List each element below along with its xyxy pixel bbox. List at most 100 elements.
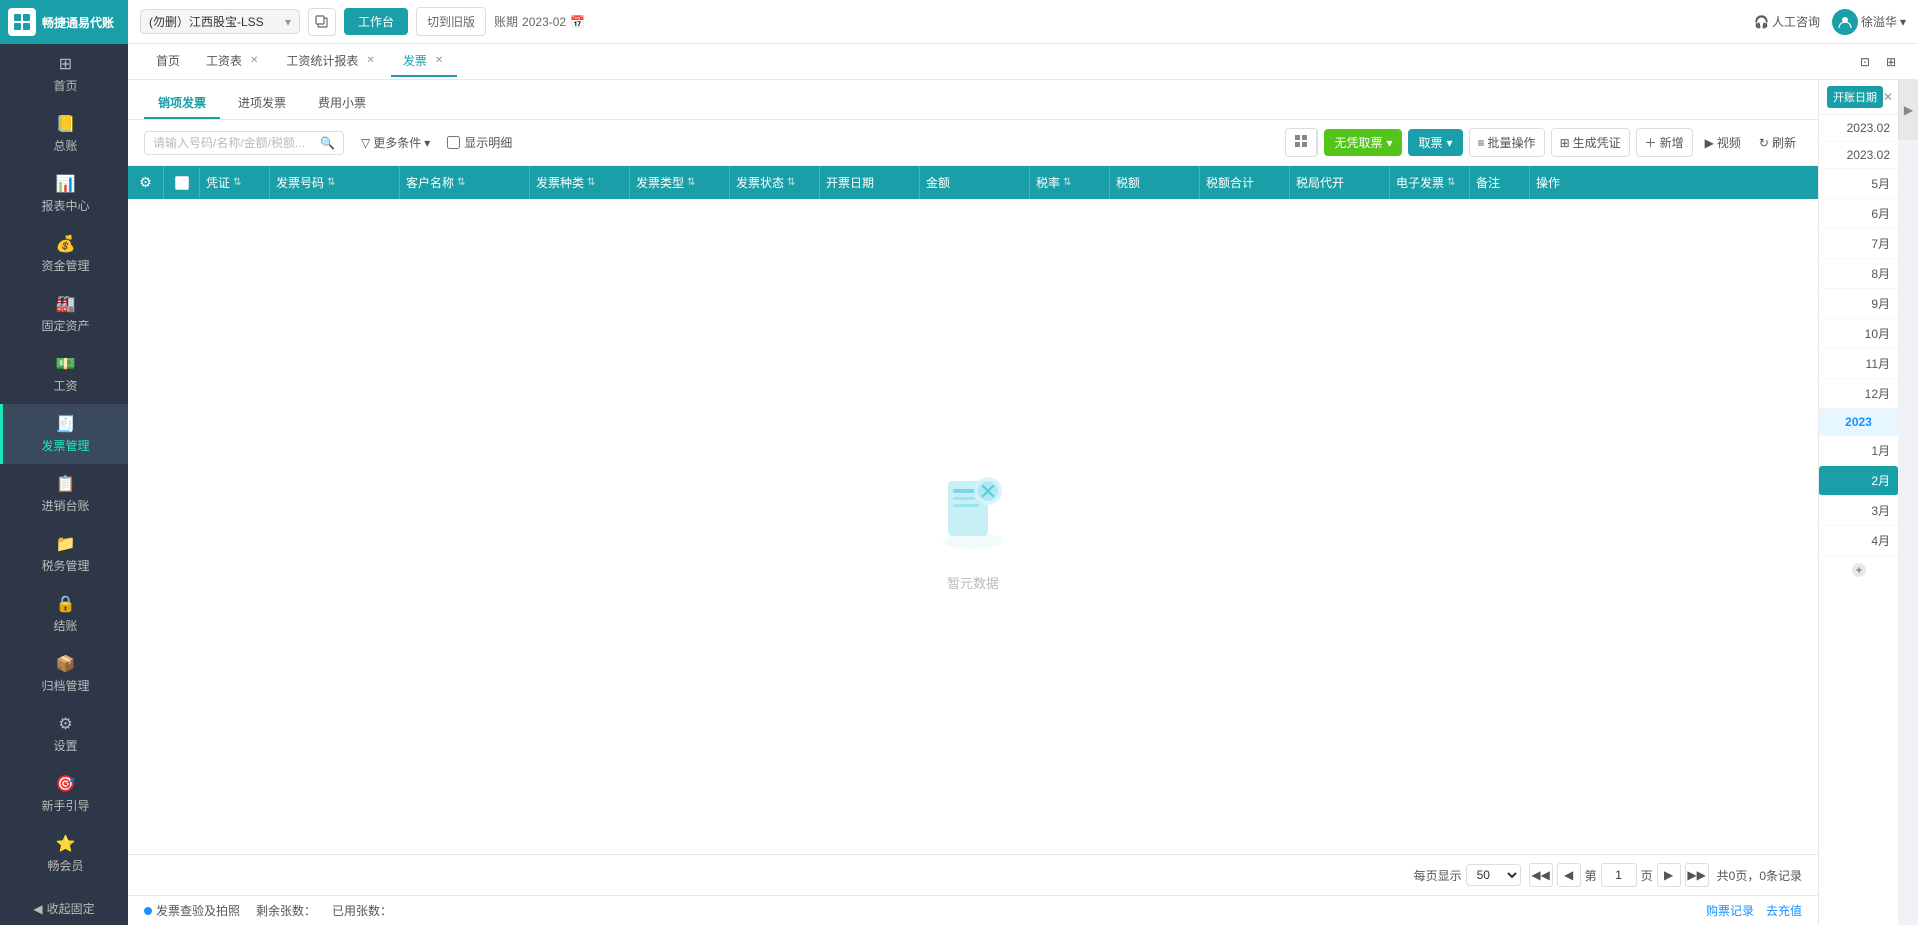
date-item-apr[interactable]: 4月 — [1819, 526, 1898, 556]
sub-tab-purchase-label: 进项发票 — [238, 96, 286, 110]
date-item-2023-02-b[interactable]: 2023.02 — [1819, 142, 1898, 169]
page-input[interactable] — [1601, 863, 1637, 887]
company-name: (勿删）江西股宝-LSS — [149, 13, 264, 30]
th-amount[interactable]: 金额 — [920, 166, 1030, 199]
th-invoice-no[interactable]: 发票号码 ⇅ — [270, 166, 400, 199]
th-settings[interactable]: ⚙ — [128, 166, 164, 199]
filter-btn[interactable]: ▽ 更多条件 ▾ — [352, 129, 439, 156]
date-item-sep[interactable]: 9月 — [1819, 289, 1898, 319]
sidebar-item-home[interactable]: ⊞ 首页 — [0, 44, 128, 104]
sidebar-item-member[interactable]: ⭐ 畅会员 — [0, 824, 128, 884]
page-first-btn[interactable]: ◀◀ — [1529, 863, 1553, 887]
page-last-btn[interactable]: ▶▶ — [1685, 863, 1709, 887]
sub-tab-expense[interactable]: 费用小票 — [304, 88, 380, 119]
th-invoice-type[interactable]: 发票种类 ⇅ — [530, 166, 630, 199]
sidebar-item-payroll[interactable]: 💵 工资 — [0, 344, 128, 404]
th-tax[interactable]: 税额 — [1110, 166, 1200, 199]
tab-payroll-close[interactable]: ✕ — [248, 54, 260, 67]
batch-op-btn[interactable]: ≡ 批量操作 — [1469, 128, 1545, 157]
sidebar-item-invoice[interactable]: 🧾 发票管理 — [0, 404, 128, 464]
ledger-icon: 📒 — [56, 114, 76, 134]
search-input[interactable] — [153, 136, 316, 150]
grid-view-btn[interactable] — [1285, 128, 1318, 157]
show-detail-wrap[interactable]: 显示明细 — [447, 134, 512, 151]
tab-invoice-close[interactable]: ✕ — [433, 54, 445, 67]
sidebar-item-close[interactable]: 🔒 结账 — [0, 584, 128, 644]
tab-window-restore[interactable]: ⊡ — [1854, 50, 1876, 74]
th-e-invoice[interactable]: 电子发票 ⇅ — [1390, 166, 1470, 199]
th-invoice-status-sort: ⇅ — [787, 177, 795, 188]
page-prev-btn[interactable]: ◀ — [1557, 863, 1581, 887]
sub-tab-sales[interactable]: 销项发票 — [144, 88, 220, 119]
sidebar-item-guide[interactable]: 🎯 新手引导 — [0, 764, 128, 824]
th-tax-total[interactable]: 税额合计 — [1200, 166, 1290, 199]
recharge-link[interactable]: 去充值 — [1766, 902, 1802, 919]
date-item-feb[interactable]: 2月 — [1819, 466, 1898, 496]
date-item-nov[interactable]: 11月 — [1819, 349, 1898, 379]
sidebar-item-archive[interactable]: 📦 归档管理 — [0, 644, 128, 704]
date-label-dec: 12月 — [1865, 385, 1890, 402]
date-item-may[interactable]: 5月 — [1819, 169, 1898, 199]
sidebar-item-tax[interactable]: 📁 税务管理 — [0, 524, 128, 584]
refresh-btn[interactable]: ↻ 刷新 — [1753, 129, 1802, 156]
open-period-btn[interactable]: 开账日期 — [1827, 86, 1883, 108]
th-date[interactable]: 开票日期 — [820, 166, 920, 199]
page-size-dropdown[interactable]: 20 50 100 — [1466, 864, 1521, 886]
support-btn[interactable]: 🎧 人工咨询 — [1754, 13, 1820, 30]
archive-icon: 📦 — [56, 654, 76, 674]
old-version-btn[interactable]: 切到旧版 — [416, 7, 486, 36]
sidebar-item-fund[interactable]: 💰 资金管理 — [0, 224, 128, 284]
sidebar-item-reports[interactable]: 📊 报表中心 — [0, 164, 128, 224]
workspace-btn[interactable]: 工作台 — [344, 8, 408, 35]
voucher-btn[interactable]: 取票 ▾ — [1408, 129, 1462, 156]
sidebar-item-general-ledger[interactable]: 📒 总账 — [0, 104, 128, 164]
page-nav: ◀◀ ◀ 第 页 ▶ ▶▶ — [1529, 863, 1709, 887]
video-btn[interactable]: ▶ 视频 — [1699, 129, 1747, 156]
sidebar-item-settings[interactable]: ⚙ 设置 — [0, 704, 128, 764]
date-item-jun[interactable]: 6月 — [1819, 199, 1898, 229]
select-all-checkbox[interactable] — [175, 176, 189, 190]
th-invoice-status[interactable]: 发票状态 ⇅ — [730, 166, 820, 199]
th-tax-id[interactable]: 税局代开 — [1290, 166, 1390, 199]
tab-payroll-stats-close[interactable]: ✕ — [364, 54, 376, 67]
th-invoice-status-label: 发票状态 — [736, 174, 784, 191]
no-voucher-btn[interactable]: 无凭取票 ▾ — [1324, 129, 1402, 156]
gen-voucher-btn[interactable]: ⊞ 生成凭证 — [1551, 128, 1630, 157]
sidebar-collapse-btn[interactable]: ◀ 收起固定 — [0, 892, 128, 925]
tab-window-maximize[interactable]: ⊞ — [1880, 50, 1902, 74]
date-item-aug[interactable]: 8月 — [1819, 259, 1898, 289]
tab-payroll-table[interactable]: 工资表 ✕ — [194, 46, 272, 77]
sub-tab-purchase[interactable]: 进项发票 — [224, 88, 300, 119]
date-item-dec[interactable]: 12月 — [1819, 379, 1898, 409]
date-panel-bottom-btn[interactable] — [1819, 556, 1898, 584]
th-note[interactable]: 备注 — [1470, 166, 1530, 199]
date-item-oct[interactable]: 10月 — [1819, 319, 1898, 349]
th-voucher[interactable]: 凭证 ⇅ — [200, 166, 270, 199]
th-customer[interactable]: 客户名称 ⇅ — [400, 166, 530, 199]
date-item-2023-02-a[interactable]: 2023.02 — [1819, 115, 1898, 142]
date-item-jan[interactable]: 1月 — [1819, 436, 1898, 466]
tab-home[interactable]: 首页 — [144, 46, 192, 77]
page-suffix: 页 — [1641, 867, 1653, 884]
th-check[interactable] — [164, 168, 200, 198]
guide-icon: 🎯 — [56, 774, 76, 794]
period-calendar-icon[interactable]: 📅 — [570, 15, 585, 29]
company-selector[interactable]: (勿删）江西股宝-LSS ▾ — [140, 9, 300, 34]
th-action-label: 操作 — [1536, 174, 1560, 191]
date-panel-close-btn[interactable]: ✕ — [1883, 90, 1893, 104]
buy-record-link[interactable]: 购票记录 — [1706, 902, 1754, 919]
new-btn[interactable]: ＋ 新增 — [1636, 128, 1693, 157]
sidebar-item-sales-ledger[interactable]: 📋 进销台账 — [0, 464, 128, 524]
page-next-btn[interactable]: ▶ — [1657, 863, 1681, 887]
date-item-jul[interactable]: 7月 — [1819, 229, 1898, 259]
th-invoice-category[interactable]: 发票类型 ⇅ — [630, 166, 730, 199]
tab-payroll-stats[interactable]: 工资统计报表 ✕ — [274, 46, 388, 77]
tab-invoice[interactable]: 发票 ✕ — [391, 46, 457, 77]
collapse-date-panel-btn[interactable]: ▶ — [1898, 80, 1918, 140]
th-tax-rate[interactable]: 税率 ⇅ — [1030, 166, 1110, 199]
date-item-mar[interactable]: 3月 — [1819, 496, 1898, 526]
copy-company-btn[interactable] — [308, 8, 336, 36]
user-avatar[interactable]: 徐溢华 ▾ — [1832, 9, 1906, 35]
sidebar-item-fixed-assets[interactable]: 🏭 固定资产 — [0, 284, 128, 344]
show-detail-checkbox[interactable] — [447, 136, 460, 149]
